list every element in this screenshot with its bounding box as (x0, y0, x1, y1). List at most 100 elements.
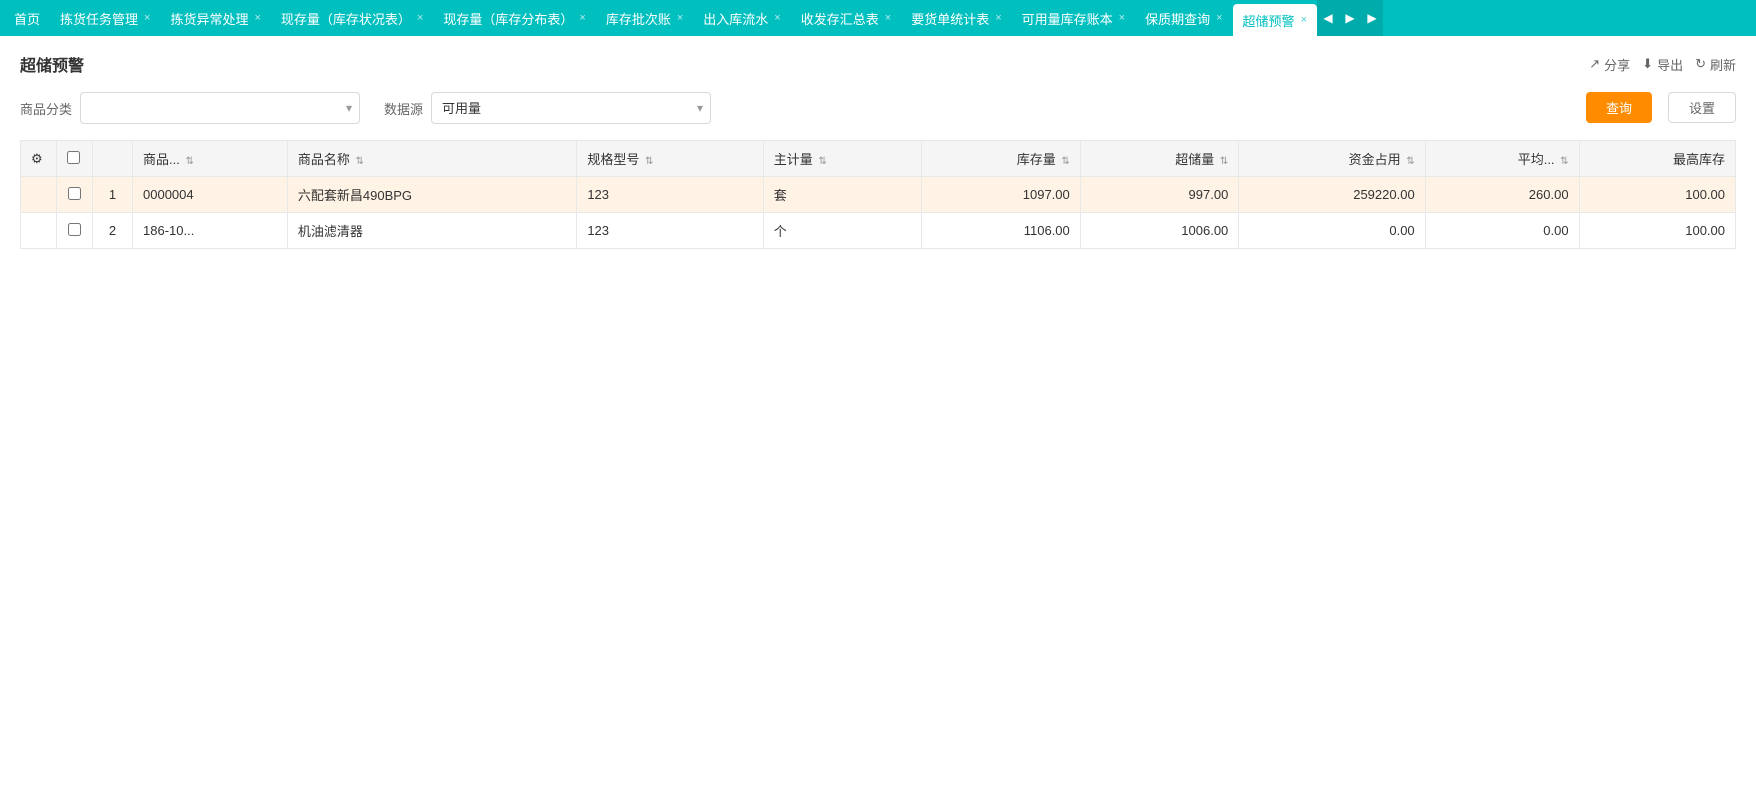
nav-stock-dist-close[interactable]: × (579, 12, 585, 24)
th-overstock[interactable]: 超储量 ⇅ (1080, 141, 1239, 177)
nav-available-label: 可用量库存账本 (1022, 9, 1113, 28)
nav-pick-task[interactable]: 拣货任务管理 × (50, 0, 160, 36)
nav-overstock-close[interactable]: × (1301, 14, 1307, 26)
nav-home-label: 首页 (14, 9, 40, 28)
header-actions: ↗ 分享 ⬇ 导出 ↻ 刷新 (1589, 55, 1736, 74)
top-nav: 首页 拣货任务管理 × 拣货异常处理 × 现存量（库存状况表） × 现存量（库存… (0, 0, 1756, 36)
th-avg[interactable]: 平均... ⇅ (1425, 141, 1579, 177)
table-header-row: ⚙ 商品... ⇅ 商品名称 ⇅ 规格型号 ⇅ 主计量 (21, 141, 1736, 177)
category-label: 商品分类 (20, 99, 72, 118)
row-checkbox-0[interactable] (68, 187, 81, 200)
nav-inout-flow[interactable]: 出入库流水 × (693, 0, 790, 36)
refresh-icon: ↻ (1695, 56, 1706, 72)
td-unit-0: 套 (763, 177, 922, 213)
nav-pick-task-close[interactable]: × (144, 12, 150, 24)
td-spec-0: 123 (577, 177, 763, 213)
nav-pick-task-label: 拣货任务管理 (60, 9, 138, 28)
th-unit[interactable]: 主计量 ⇅ (763, 141, 922, 177)
datasource-select[interactable]: 可用量 库存量 (431, 92, 711, 124)
nav-pick-exception-close[interactable]: × (254, 12, 260, 24)
table-row: 1 0000004 六配套新昌490BPG 123 套 1097.00 997.… (21, 177, 1736, 213)
th-settings[interactable]: ⚙ (21, 141, 57, 177)
nav-pick-exception-label: 拣货异常处理 (170, 9, 248, 28)
export-button[interactable]: ⬇ 导出 (1642, 55, 1683, 74)
sort-icon-product-code: ⇅ (185, 156, 193, 167)
td-settings-1 (21, 213, 57, 249)
td-row-num-1: 2 (93, 213, 133, 249)
td-overstock-0: 997.00 (1080, 177, 1239, 213)
td-avg-1: 0.00 (1425, 213, 1579, 249)
nav-requisition[interactable]: 要货单统计表 × (901, 0, 1011, 36)
td-stock-0: 1097.00 (922, 177, 1081, 213)
select-all-checkbox[interactable] (67, 151, 80, 164)
th-product-code[interactable]: 商品... ⇅ (133, 141, 288, 177)
query-button[interactable]: 查询 (1586, 92, 1652, 123)
nav-next-arrow[interactable]: ▶ (1339, 0, 1361, 36)
share-label: 分享 (1604, 55, 1630, 74)
nav-more-arrow[interactable]: ▶ (1361, 0, 1383, 36)
td-checkbox-1[interactable] (57, 213, 93, 249)
settings-button[interactable]: 设置 (1668, 92, 1736, 123)
nav-requisition-close[interactable]: × (995, 12, 1001, 24)
data-table: ⚙ 商品... ⇅ 商品名称 ⇅ 规格型号 ⇅ 主计量 (20, 140, 1736, 249)
td-row-num-0: 1 (93, 177, 133, 213)
td-product-name-0: 六配套新昌490BPG (287, 177, 576, 213)
table-row: 2 186-10... 机油滤清器 123 个 1106.00 1006.00 … (21, 213, 1736, 249)
nav-available[interactable]: 可用量库存账本 × (1012, 0, 1135, 36)
nav-home[interactable]: 首页 (4, 0, 50, 36)
share-icon: ↗ (1589, 56, 1600, 72)
filter-category: 商品分类 (20, 92, 360, 124)
category-select-wrapper (80, 92, 360, 124)
nav-stock-dist[interactable]: 现存量（库存分布表） × (433, 0, 595, 36)
sort-icon-overstock: ⇅ (1220, 156, 1228, 167)
action-buttons: 查询 设置 (1586, 92, 1736, 123)
nav-stock-dist-label: 现存量（库存分布表） (443, 9, 573, 28)
nav-stock-status-close[interactable]: × (417, 12, 423, 24)
td-capital-0: 259220.00 (1239, 177, 1425, 213)
td-avg-0: 260.00 (1425, 177, 1579, 213)
td-overstock-1: 1006.00 (1080, 213, 1239, 249)
filter-area: 商品分类 数据源 可用量 库存量 查询 设置 (20, 92, 1736, 124)
refresh-button[interactable]: ↻ 刷新 (1695, 55, 1736, 74)
table-body: 1 0000004 六配套新昌490BPG 123 套 1097.00 997.… (21, 177, 1736, 249)
th-capital[interactable]: 资金占用 ⇅ (1239, 141, 1425, 177)
td-product-name-1: 机油滤清器 (287, 213, 576, 249)
td-product-code-1: 186-10... (133, 213, 288, 249)
nav-summary[interactable]: 收发存汇总表 × (791, 0, 901, 36)
nav-expiry[interactable]: 保质期查询 × (1135, 0, 1232, 36)
nav-expiry-label: 保质期查询 (1145, 9, 1210, 28)
page-title: 超储预警 (20, 52, 84, 76)
row-checkbox-1[interactable] (68, 223, 81, 236)
sort-icon-unit: ⇅ (818, 156, 826, 167)
nav-stock-status[interactable]: 现存量（库存状况表） × (271, 0, 433, 36)
nav-pick-exception[interactable]: 拣货异常处理 × (160, 0, 270, 36)
th-stock[interactable]: 库存量 ⇅ (922, 141, 1081, 177)
share-button[interactable]: ↗ 分享 (1589, 55, 1630, 74)
th-spec[interactable]: 规格型号 ⇅ (577, 141, 763, 177)
nav-batch[interactable]: 库存批次账 × (596, 0, 693, 36)
nav-inout-flow-close[interactable]: × (774, 12, 780, 24)
nav-requisition-label: 要货单统计表 (911, 9, 989, 28)
nav-overstock[interactable]: 超储预警 × (1233, 4, 1317, 36)
td-checkbox-0[interactable] (57, 177, 93, 213)
category-select[interactable] (80, 92, 360, 124)
datasource-select-wrapper: 可用量 库存量 (431, 92, 711, 124)
td-unit-1: 个 (763, 213, 922, 249)
page-content: 超储预警 ↗ 分享 ⬇ 导出 ↻ 刷新 商品分类 (0, 36, 1756, 800)
td-capital-1: 0.00 (1239, 213, 1425, 249)
nav-available-close[interactable]: × (1119, 12, 1125, 24)
sort-icon-stock: ⇅ (1061, 156, 1069, 167)
td-max-stock-0: 100.00 (1579, 177, 1735, 213)
nav-summary-close[interactable]: × (885, 12, 891, 24)
nav-expiry-close[interactable]: × (1216, 12, 1222, 24)
nav-overstock-label: 超储预警 (1243, 11, 1295, 30)
nav-inout-flow-label: 出入库流水 (703, 9, 768, 28)
td-spec-1: 123 (577, 213, 763, 249)
td-max-stock-1: 100.00 (1579, 213, 1735, 249)
nav-prev-arrow[interactable]: ◀ (1317, 0, 1339, 36)
nav-batch-close[interactable]: × (677, 12, 683, 24)
th-product-name[interactable]: 商品名称 ⇅ (287, 141, 576, 177)
th-max-stock: 最高库存 (1579, 141, 1735, 177)
th-row-num (93, 141, 133, 177)
sort-icon-avg: ⇅ (1560, 156, 1568, 167)
